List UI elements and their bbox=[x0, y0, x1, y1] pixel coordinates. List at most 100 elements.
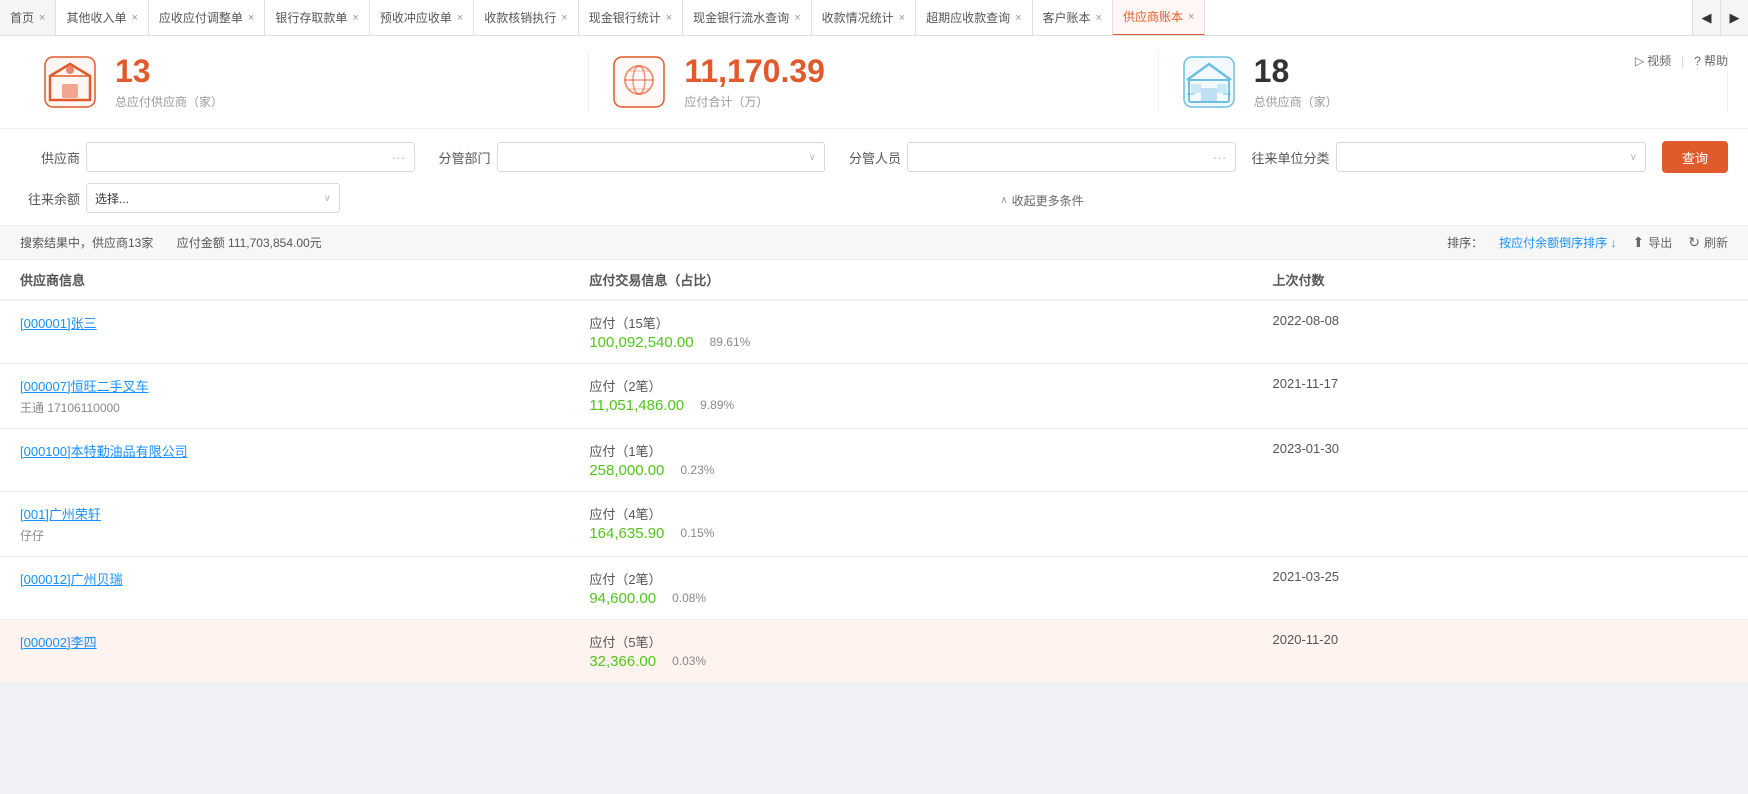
collapse-button[interactable]: ∧ 收起更多条件 bbox=[1000, 192, 1083, 209]
nav-tab-collection-stat[interactable]: 收款情况统计 × bbox=[812, 0, 916, 36]
nav-tab-overdue-ar-close[interactable]: × bbox=[1015, 12, 1021, 24]
grain-icon bbox=[609, 52, 669, 112]
row6-lastpay: 2020-11-20 bbox=[1273, 632, 1728, 647]
row2-lastpay-date: 2021-11-17 bbox=[1273, 376, 1339, 391]
nav-tab-cash-bank-stat-label: 现金银行统计 bbox=[589, 9, 661, 26]
nav-tab-collection-stat-label: 收款情况统计 bbox=[822, 9, 894, 26]
nav-arrow-right[interactable]: ▶ bbox=[1720, 0, 1748, 36]
row6-payable-amount[interactable]: 32,366.00 bbox=[589, 653, 656, 670]
row3-payable-amount[interactable]: 258,000.00 bbox=[589, 462, 664, 479]
nav-tab-overdue-ar[interactable]: 超期应收款查询 × bbox=[916, 0, 1032, 36]
nav-tab-other-income[interactable]: 其他收入单 × bbox=[56, 0, 148, 36]
nav-tab-cash-bank-stat-close[interactable]: × bbox=[666, 12, 672, 24]
filter-row-1: 供应商 ··· 分管部门 ∨ 分管人员 ··· 往来单位分类 ∨ bbox=[20, 141, 1728, 173]
help-icon: ? bbox=[1694, 54, 1701, 68]
nav-tab-bank-deposit[interactable]: 银行存取款单 × bbox=[265, 0, 369, 36]
video-link[interactable]: ▷ 视频 bbox=[1635, 52, 1671, 69]
result-supplier-count: 搜索结果中，供应商13家 bbox=[20, 236, 153, 250]
row4-supplier-name[interactable]: [001]广州荣轩 bbox=[20, 504, 589, 523]
help-link[interactable]: ? 帮助 bbox=[1694, 52, 1728, 69]
row1-supplier-info: [000001]张三 bbox=[20, 313, 589, 332]
table-row[interactable]: [000002]李四 应付（5笔） 32,366.00 0.03% 2020-1… bbox=[0, 620, 1748, 683]
row5-lastpay-date: 2021-03-25 bbox=[1273, 569, 1340, 584]
person-label: 分管人员 bbox=[841, 148, 901, 167]
table-header: 供应商信息 应付交易信息（占比） 上次付数 bbox=[0, 260, 1748, 301]
supplier-text-input[interactable] bbox=[95, 150, 392, 164]
category-label: 往来单位分类 bbox=[1252, 148, 1330, 167]
row2-payable-amount[interactable]: 11,051,486.00 bbox=[589, 397, 684, 414]
supplier-label: 供应商 bbox=[20, 148, 80, 167]
row5-payable-pct: 0.08% bbox=[672, 591, 706, 605]
nav-tab-home-close[interactable]: × bbox=[39, 12, 45, 24]
nav-tab-customer-ledger-close[interactable]: × bbox=[1096, 12, 1102, 24]
row4-supplier-info: [001]广州荣轩 仔仔 bbox=[20, 504, 589, 544]
nav-tab-cash-bank-flow-close[interactable]: × bbox=[794, 12, 800, 24]
summary-bar: 13 总应付供应商（家） 11,170.39 应付合计（万） bbox=[0, 36, 1748, 129]
row3-supplier-name[interactable]: [000100]本特勤油品有限公司 bbox=[20, 441, 589, 460]
row1-supplier-name[interactable]: [000001]张三 bbox=[20, 313, 589, 332]
table-row[interactable]: [000007]恒旺二手叉车 王通 17106110000 应付（2笔） 11,… bbox=[0, 364, 1748, 429]
summary-card3-label: 总供应商（家） bbox=[1254, 93, 1338, 110]
summary-card1-num: 13 bbox=[115, 55, 223, 87]
summary-card-payable: 11,170.39 应付合计（万） bbox=[589, 52, 1158, 112]
nav-tab-collection-stat-close[interactable]: × bbox=[899, 12, 905, 24]
export-button[interactable]: ⬆ 导出 bbox=[1633, 234, 1673, 251]
table-row[interactable]: [001]广州荣轩 仔仔 应付（4笔） 164,635.90 0.15% bbox=[0, 492, 1748, 557]
nav-tab-cash-bank-flow-label: 现金银行流水查询 bbox=[693, 9, 789, 26]
nav-tab-collection-verify-close[interactable]: × bbox=[561, 12, 567, 24]
result-actions: 排序： 按应付余额倒序排序 ↓ ⬆ 导出 ↻ 刷新 bbox=[1447, 234, 1728, 251]
row2-payable-desc: 应付（2笔） bbox=[589, 376, 1272, 395]
row6-lastpay-date: 2020-11-20 bbox=[1273, 632, 1339, 647]
query-button[interactable]: 查询 bbox=[1662, 141, 1728, 173]
supplier-picker-icon[interactable]: ··· bbox=[392, 149, 406, 165]
nav-tab-bank-deposit-label: 银行存取款单 bbox=[275, 9, 347, 26]
nav-tab-customer-ledger-label: 客户账本 bbox=[1043, 9, 1091, 26]
row1-lastpay-date: 2022-08-08 bbox=[1273, 313, 1340, 328]
balance-label: 往来余额 bbox=[20, 189, 80, 208]
nav-tab-supplier-ledger-close[interactable]: × bbox=[1188, 11, 1194, 23]
nav-tab-bank-deposit-close[interactable]: × bbox=[352, 12, 358, 24]
dept-select[interactable]: ∨ bbox=[497, 142, 826, 172]
nav-arrow-left[interactable]: ◀ bbox=[1692, 0, 1720, 36]
filter-category: 往来单位分类 ∨ bbox=[1252, 142, 1647, 172]
row1-payable-amount[interactable]: 100,092,540.00 bbox=[589, 334, 693, 351]
nav-tab-cash-bank-flow[interactable]: 现金银行流水查询 × bbox=[683, 0, 811, 36]
row5-supplier-name[interactable]: [000012]广州贝瑞 bbox=[20, 569, 589, 588]
sort-arrow-icon: ↓ bbox=[1611, 236, 1617, 250]
nav-tab-ar-ap-adjust-label: 应收应付调整单 bbox=[159, 9, 243, 26]
nav-tab-cash-bank-stat[interactable]: 现金银行统计 × bbox=[579, 0, 683, 36]
nav-tab-customer-ledger[interactable]: 客户账本 × bbox=[1033, 0, 1113, 36]
person-text-input[interactable] bbox=[916, 150, 1213, 164]
table-row[interactable]: [000100]本特勤油品有限公司 应付（1笔） 258,000.00 0.23… bbox=[0, 429, 1748, 492]
sort-button[interactable]: 按应付余额倒序排序 ↓ bbox=[1499, 234, 1616, 251]
summary-card1-text: 13 总应付供应商（家） bbox=[115, 55, 223, 110]
refresh-icon: ↻ bbox=[1688, 234, 1700, 251]
nav-tab-ar-ap-adjust-close[interactable]: × bbox=[248, 12, 254, 24]
row5-payable-amount[interactable]: 94,600.00 bbox=[589, 590, 656, 607]
refresh-button[interactable]: ↻ 刷新 bbox=[1688, 234, 1728, 251]
top-nav: 首页 × 其他收入单 × 应收应付调整单 × 银行存取款单 × 预收冲应收单 ×… bbox=[0, 0, 1748, 36]
nav-tab-collection-verify[interactable]: 收款核销执行 × bbox=[474, 0, 578, 36]
nav-tab-home[interactable]: 首页 × bbox=[0, 0, 56, 36]
balance-select[interactable]: 选择... ∨ bbox=[86, 183, 340, 213]
person-picker-icon[interactable]: ··· bbox=[1213, 149, 1227, 165]
nav-tab-prepay-ar-close[interactable]: × bbox=[457, 12, 463, 24]
nav-tab-prepay-ar[interactable]: 预收冲应收单 × bbox=[370, 0, 474, 36]
supplier-input[interactable]: ··· bbox=[86, 142, 415, 172]
result-amount: 应付金额 111,703,854.00元 bbox=[177, 236, 322, 250]
row1-lastpay: 2022-08-08 bbox=[1273, 313, 1728, 328]
nav-tab-ar-ap-adjust[interactable]: 应收应付调整单 × bbox=[149, 0, 265, 36]
table-row[interactable]: [000001]张三 应付（15笔） 100,092,540.00 89.61%… bbox=[0, 301, 1748, 364]
category-select[interactable]: ∨ bbox=[1336, 142, 1646, 172]
nav-tab-other-income-close[interactable]: × bbox=[131, 12, 137, 24]
table-row[interactable]: [000012]广州贝瑞 应付（2笔） 94,600.00 0.08% 2021… bbox=[0, 557, 1748, 620]
person-input[interactable]: ··· bbox=[907, 142, 1236, 172]
sort-label: 排序： bbox=[1447, 234, 1483, 251]
summary-card3-text: 18 总供应商（家） bbox=[1254, 55, 1338, 110]
nav-tab-supplier-ledger[interactable]: 供应商账本 × bbox=[1113, 0, 1205, 36]
row6-supplier-name[interactable]: [000002]李四 bbox=[20, 632, 589, 651]
row4-payable-info: 应付（4笔） 164,635.90 0.15% bbox=[589, 504, 1272, 542]
row4-payable-amount[interactable]: 164,635.90 bbox=[589, 525, 664, 542]
row2-supplier-name[interactable]: [000007]恒旺二手叉车 bbox=[20, 376, 589, 395]
video-label: 视频 bbox=[1647, 52, 1671, 69]
